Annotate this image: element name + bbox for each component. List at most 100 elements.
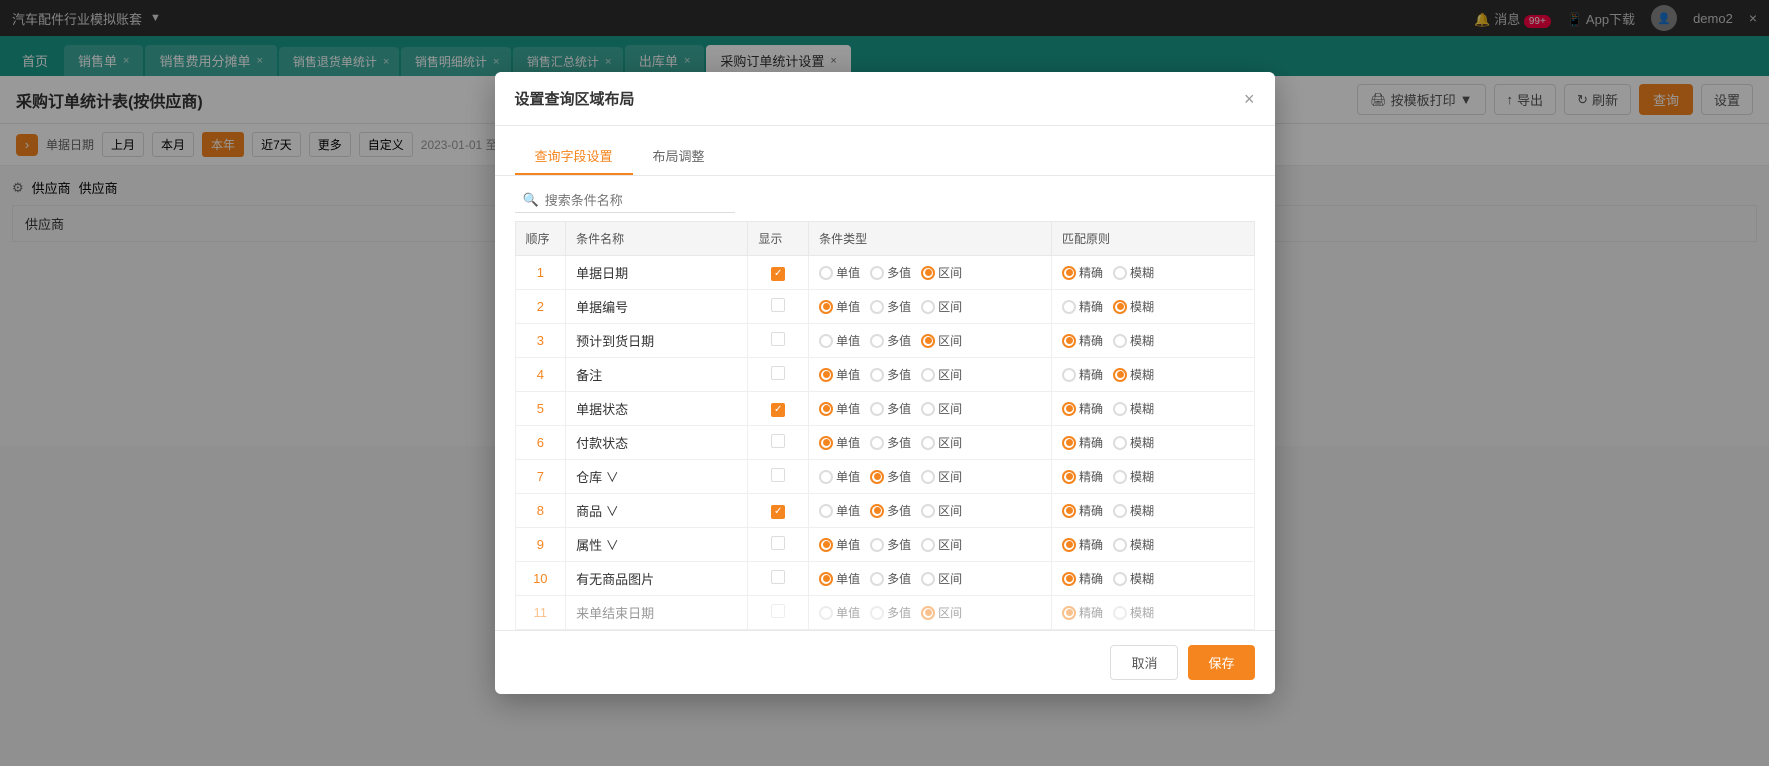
row-order: 1 [515,256,566,290]
row-order: 11 [515,596,566,630]
type-radio-single[interactable]: 单值 [819,332,860,349]
match-radio-fuzzy[interactable]: 模糊 [1113,332,1154,349]
type-radio-range[interactable]: 区间 [921,536,962,553]
type-radio-multi[interactable]: 多值 [870,366,911,383]
settings-table: 顺序 条件名称 显示 条件类型 匹配原则 1单据日期单值多值区间精确模糊2单据编… [515,221,1255,630]
type-radio-single[interactable]: 单值 [819,366,860,383]
row-display-cell [748,528,809,562]
match-radio-fuzzy[interactable]: 模糊 [1113,434,1154,451]
type-radio-single[interactable]: 单值 [819,400,860,417]
modal-body: 顺序 条件名称 显示 条件类型 匹配原则 1单据日期单值多值区间精确模糊2单据编… [495,221,1275,630]
match-radio-fuzzy[interactable]: 模糊 [1113,502,1154,519]
type-radio-range[interactable]: 区间 [921,434,962,451]
match-radio-exact[interactable]: 精确 [1062,570,1103,587]
table-row: 7仓库 ∨单值多值区间精确模糊 [515,460,1254,494]
search-input[interactable] [545,193,725,208]
row-condition-name: 付款状态 [566,426,748,460]
type-radio-range[interactable]: 区间 [921,332,962,349]
type-radio-single[interactable]: 单值 [819,264,860,281]
row-order: 8 [515,494,566,528]
match-radio-fuzzy[interactable]: 模糊 [1113,468,1154,485]
row-match-cell: 精确模糊 [1052,392,1254,426]
match-radio-fuzzy[interactable]: 模糊 [1113,570,1154,587]
row-match-cell: 精确模糊 [1052,324,1254,358]
display-checkbox[interactable] [771,366,785,380]
display-checkbox[interactable] [771,267,785,281]
tab-query-fields[interactable]: 查询字段设置 [515,138,633,175]
type-radio-range[interactable]: 区间 [921,298,962,315]
type-radio-single[interactable]: 单值 [819,536,860,553]
match-radio-fuzzy[interactable]: 模糊 [1113,366,1154,383]
modal-close-button[interactable]: × [1244,90,1255,108]
type-radio-range[interactable]: 区间 [921,468,962,485]
row-display-cell [748,494,809,528]
type-radio-multi[interactable]: 多值 [870,536,911,553]
row-display-cell [748,562,809,596]
match-radio-exact[interactable]: 精确 [1062,366,1103,383]
row-match-cell: 精确模糊 [1052,290,1254,324]
display-checkbox[interactable] [771,434,785,448]
type-radio-single[interactable]: 单值 [819,502,860,519]
th-name: 条件名称 [566,222,748,256]
type-radio-multi[interactable]: 多值 [870,434,911,451]
match-radio-fuzzy[interactable]: 模糊 [1113,400,1154,417]
table-row: 3预计到货日期单值多值区间精确模糊 [515,324,1254,358]
modal-overlay[interactable]: 设置查询区域布局 × 查询字段设置 布局调整 🔍 顺序 [0,0,1769,766]
display-checkbox[interactable] [771,403,785,417]
match-radio-exact[interactable]: 精确 [1062,434,1103,451]
match-radio-exact[interactable]: 精确 [1062,502,1103,519]
match-radio-exact[interactable]: 精确 [1062,264,1103,281]
match-radio-exact[interactable]: 精确 [1062,298,1103,315]
display-checkbox[interactable] [771,604,785,618]
type-radio-range[interactable]: 区间 [921,502,962,519]
match-radio-fuzzy[interactable]: 模糊 [1113,604,1154,621]
display-checkbox[interactable] [771,298,785,312]
display-checkbox[interactable] [771,468,785,482]
type-radio-single[interactable]: 单值 [819,570,860,587]
match-radio-exact[interactable]: 精确 [1062,468,1103,485]
save-button[interactable]: 保存 [1188,645,1254,680]
row-type-cell: 单值多值区间 [809,426,1052,460]
type-radio-range[interactable]: 区间 [921,264,962,281]
type-radio-range[interactable]: 区间 [921,366,962,383]
type-radio-single[interactable]: 单值 [819,468,860,485]
row-display-cell [748,460,809,494]
match-radio-exact[interactable]: 精确 [1062,604,1103,621]
display-checkbox[interactable] [771,570,785,584]
row-condition-name: 有无商品图片 [566,562,748,596]
match-radio-exact[interactable]: 精确 [1062,536,1103,553]
match-radio-fuzzy[interactable]: 模糊 [1113,536,1154,553]
row-order: 9 [515,528,566,562]
match-radio-exact[interactable]: 精确 [1062,332,1103,349]
type-radio-multi[interactable]: 多值 [870,332,911,349]
type-radio-multi[interactable]: 多值 [870,502,911,519]
match-radio-fuzzy[interactable]: 模糊 [1113,298,1154,315]
tab-layout-adjust[interactable]: 布局调整 [633,138,725,175]
table-row: 6付款状态单值多值区间精确模糊 [515,426,1254,460]
match-radio-fuzzy[interactable]: 模糊 [1113,264,1154,281]
type-radio-single[interactable]: 单值 [819,298,860,315]
type-radio-multi[interactable]: 多值 [870,468,911,485]
row-order: 2 [515,290,566,324]
type-radio-multi[interactable]: 多值 [870,298,911,315]
type-radio-multi[interactable]: 多值 [870,264,911,281]
cancel-button[interactable]: 取消 [1110,645,1178,680]
type-radio-multi[interactable]: 多值 [870,570,911,587]
table-row: 4备注单值多值区间精确模糊 [515,358,1254,392]
table-row: 10有无商品图片单值多值区间精确模糊 [515,562,1254,596]
type-radio-multi[interactable]: 多值 [870,604,911,621]
type-radio-single[interactable]: 单值 [819,604,860,621]
row-type-cell: 单值多值区间 [809,562,1052,596]
row-order: 3 [515,324,566,358]
type-radio-single[interactable]: 单值 [819,434,860,451]
type-radio-range[interactable]: 区间 [921,400,962,417]
type-radio-range[interactable]: 区间 [921,570,962,587]
row-display-cell [748,596,809,630]
type-radio-range[interactable]: 区间 [921,604,962,621]
type-radio-multi[interactable]: 多值 [870,400,911,417]
match-radio-exact[interactable]: 精确 [1062,400,1103,417]
display-checkbox[interactable] [771,536,785,550]
row-type-cell: 单值多值区间 [809,460,1052,494]
display-checkbox[interactable] [771,332,785,346]
display-checkbox[interactable] [771,505,785,519]
